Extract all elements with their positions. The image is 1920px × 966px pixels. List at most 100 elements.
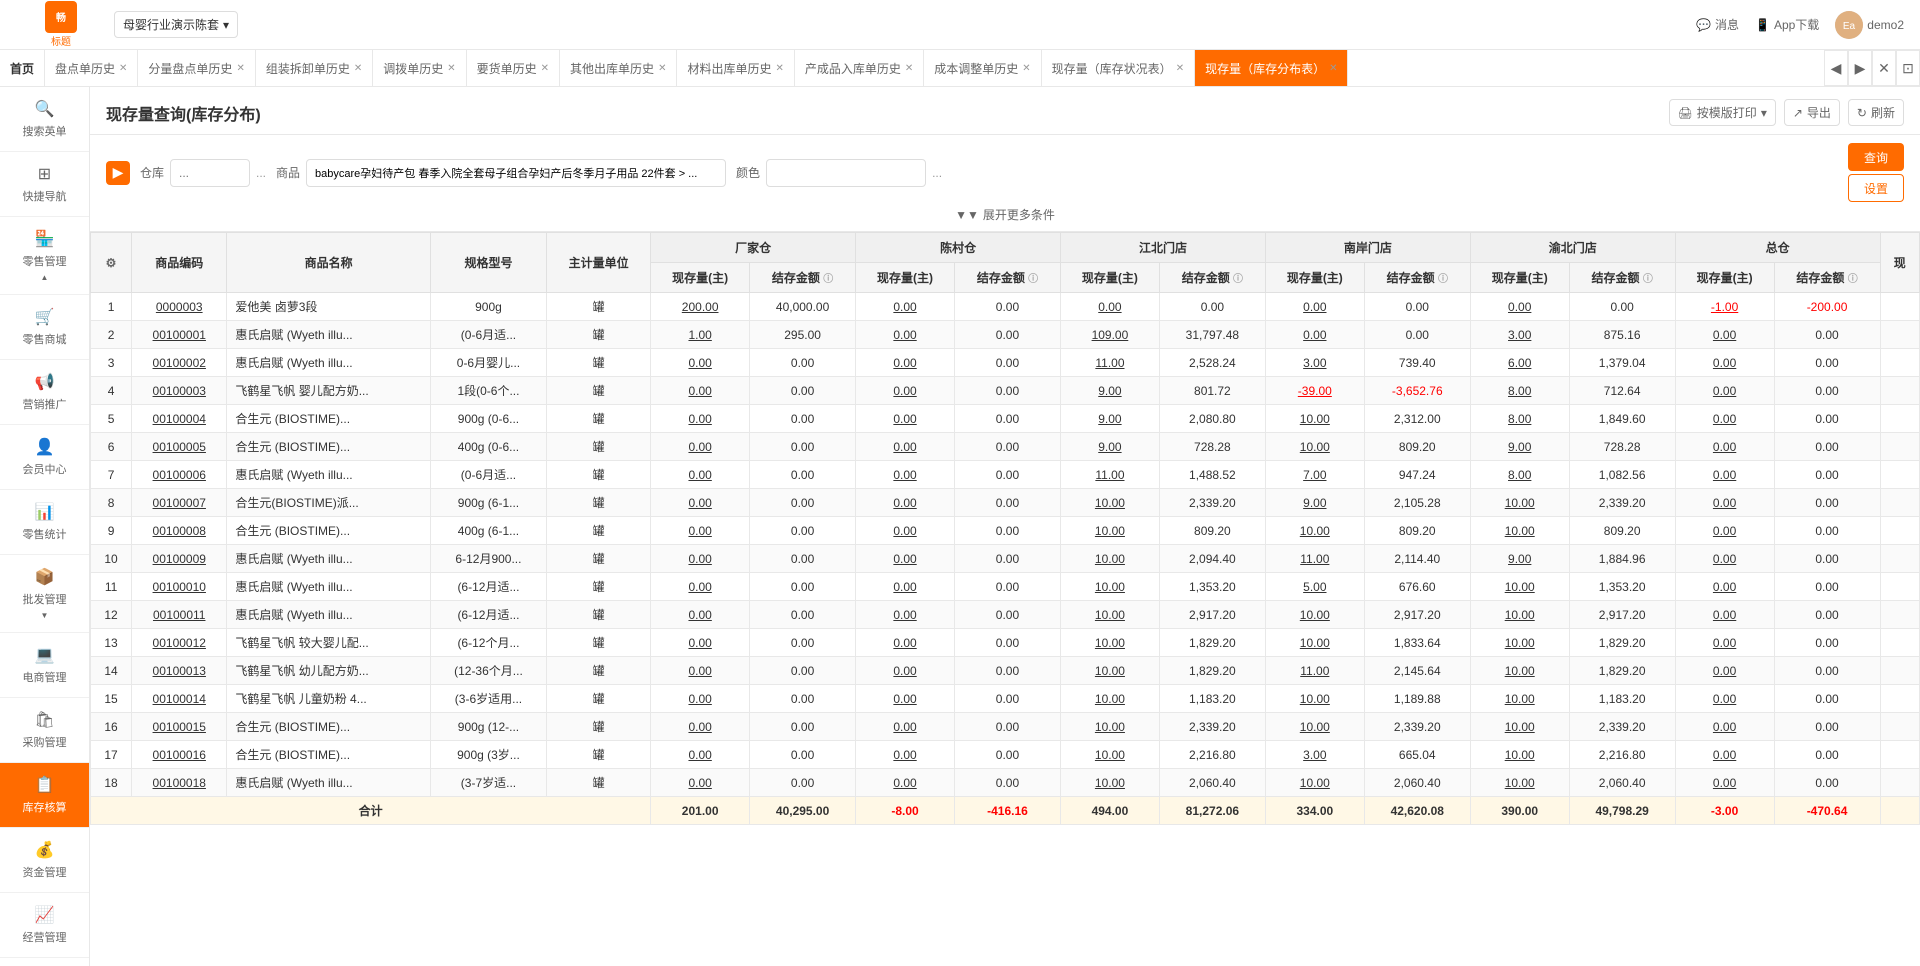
na-qty-link[interactable]: 9.00 [1303,496,1326,510]
tab-close-pandian[interactable]: ✕ [119,63,127,74]
sidebar-item-marketing[interactable]: 📢 营销推广 [0,360,89,425]
sidebar-item-wholesale[interactable]: 📦 批发管理 ▼ [0,555,89,633]
cj-qty-link[interactable]: 0.00 [688,580,711,594]
cj-qty-link[interactable]: 0.00 [688,412,711,426]
tab-zuzhuan[interactable]: 组装拆卸单历史 ✕ [256,50,373,86]
jb-qty-link[interactable]: 9.00 [1098,412,1121,426]
tab-chengbentiaoz[interactable]: 成本调整单历史 ✕ [924,50,1041,86]
code-link[interactable]: 00100004 [153,412,206,426]
cj-qty-link[interactable]: 0.00 [688,664,711,678]
tab-prev-btn[interactable]: ◀ [1824,50,1848,86]
na-qty-link[interactable]: 10.00 [1300,776,1330,790]
na-qty-link[interactable]: 10.00 [1300,608,1330,622]
cc-qty-link[interactable]: 0.00 [893,468,916,482]
total-qty-link[interactable]: 0.00 [1713,608,1736,622]
cc-qty-link[interactable]: 0.00 [893,580,916,594]
total-qty-link[interactable]: 0.00 [1713,384,1736,398]
total-qty-link[interactable]: 0.00 [1713,412,1736,426]
jb-qty-link[interactable]: 109.00 [1092,328,1129,342]
na-qty-link[interactable]: 10.00 [1300,692,1330,706]
code-link[interactable]: 00100001 [153,328,206,342]
search-btn[interactable]: 查询 [1848,143,1904,171]
yb-qty-link[interactable]: 0.00 [1508,300,1531,314]
cj-qty-link[interactable]: 0.00 [688,692,711,706]
total-qty-link[interactable]: 0.00 [1713,748,1736,762]
total-qty-link[interactable]: 0.00 [1713,776,1736,790]
yb-qty-link[interactable]: 10.00 [1505,776,1535,790]
na-qty-link[interactable]: 7.00 [1303,468,1326,482]
cc-qty-link[interactable]: 0.00 [893,748,916,762]
cc-qty-link[interactable]: 0.00 [893,692,916,706]
cj-qty-link[interactable]: 0.00 [688,496,711,510]
filter-toggle-btn[interactable]: ▶ [106,161,130,185]
cj-qty-link[interactable]: 0.00 [688,720,711,734]
tab-qitachuku[interactable]: 其他出库单历史 ✕ [560,50,677,86]
cc-qty-link[interactable]: 0.00 [893,328,916,342]
cc-qty-link[interactable]: 0.00 [893,412,916,426]
tab-yaohuo[interactable]: 要货单历史 ✕ [467,50,560,86]
yb-qty-link[interactable]: 10.00 [1505,524,1535,538]
color-dots-btn[interactable]: ... [932,166,942,180]
code-link[interactable]: 00100012 [153,636,206,650]
na-qty-link[interactable]: 11.00 [1300,552,1329,566]
code-link[interactable]: 0000003 [156,300,203,314]
setting-btn[interactable]: 设置 [1848,174,1904,202]
cc-qty-link[interactable]: 0.00 [893,384,916,398]
total-qty-link[interactable]: 0.00 [1713,664,1736,678]
cc-qty-link[interactable]: 0.00 [893,720,916,734]
total-qty-link[interactable]: 0.00 [1713,552,1736,566]
yb-qty-link[interactable]: 6.00 [1508,356,1531,370]
cj-qty-link[interactable]: 0.00 [688,468,711,482]
yb-qty-link[interactable]: 9.00 [1508,440,1531,454]
tab-pandian[interactable]: 盘点单历史 ✕ [45,50,138,86]
cc-qty-link[interactable]: 0.00 [893,440,916,454]
sidebar-item-inventory[interactable]: 📋 库存核算 [0,763,89,828]
cj-qty-link[interactable]: 1.00 [688,328,711,342]
na-qty-link[interactable]: 3.00 [1303,356,1326,370]
message-btn[interactable]: 💬 消息 [1696,16,1739,33]
cc-qty-link[interactable]: 0.00 [893,776,916,790]
code-link[interactable]: 00100015 [153,720,206,734]
na-qty-link[interactable]: 10.00 [1300,524,1330,538]
jb-qty-link[interactable]: 0.00 [1098,300,1121,314]
code-link[interactable]: 00100018 [153,776,206,790]
na-qty-link[interactable]: 10.00 [1300,636,1330,650]
user-area[interactable]: Ea demo2 [1835,11,1904,39]
sidebar-item-member[interactable]: 👤 会员中心 [0,425,89,490]
tab-close-diaob[interactable]: ✕ [447,63,455,74]
cj-qty-link[interactable]: 0.00 [688,552,711,566]
jb-qty-link[interactable]: 11.00 [1095,356,1124,370]
sidebar-item-ecom[interactable]: 💻 电商管理 [0,633,89,698]
jb-qty-link[interactable]: 10.00 [1095,664,1125,678]
code-link[interactable]: 00100013 [153,664,206,678]
yb-qty-link[interactable]: 8.00 [1508,468,1531,482]
total-qty-link[interactable]: 0.00 [1713,524,1736,538]
tab-close-fenpandian[interactable]: ✕ [236,63,244,74]
code-link[interactable]: 00100008 [153,524,206,538]
na-qty-link[interactable]: 10.00 [1300,412,1330,426]
jb-qty-link[interactable]: 10.00 [1095,636,1125,650]
jb-qty-link[interactable]: 10.00 [1095,524,1125,538]
yb-qty-link[interactable]: 8.00 [1508,384,1531,398]
cj-qty-link[interactable]: 0.00 [688,748,711,762]
tab-close-cailiaochuku[interactable]: ✕ [775,63,783,74]
cj-qty-link[interactable]: 0.00 [688,608,711,622]
yb-qty-link[interactable]: 10.00 [1505,636,1535,650]
tab-fenpandian[interactable]: 分量盘点单历史 ✕ [138,50,255,86]
total-qty-link[interactable]: 0.00 [1713,636,1736,650]
code-link[interactable]: 00100007 [153,496,206,510]
industry-selector[interactable]: 母婴行业演示陈套 ▾ [114,11,238,38]
tab-home[interactable]: 首页 [0,50,45,86]
code-link[interactable]: 00100006 [153,468,206,482]
yb-qty-link[interactable]: 10.00 [1505,496,1535,510]
sidebar-item-operation[interactable]: 📈 经营管理 [0,893,89,958]
code-link[interactable]: 00100002 [153,356,206,370]
export-btn[interactable]: ↗ 导出 [1784,99,1840,126]
cc-qty-link[interactable]: 0.00 [893,636,916,650]
jb-qty-link[interactable]: 10.00 [1095,580,1125,594]
total-qty-link[interactable]: 0.00 [1713,496,1736,510]
warehouse-input[interactable] [170,159,250,187]
sidebar-item-retail-mgmt[interactable]: 🏪 零售管理 ▲ [0,217,89,295]
cc-qty-link[interactable]: 0.00 [893,664,916,678]
total-qty-link[interactable]: 0.00 [1713,720,1736,734]
